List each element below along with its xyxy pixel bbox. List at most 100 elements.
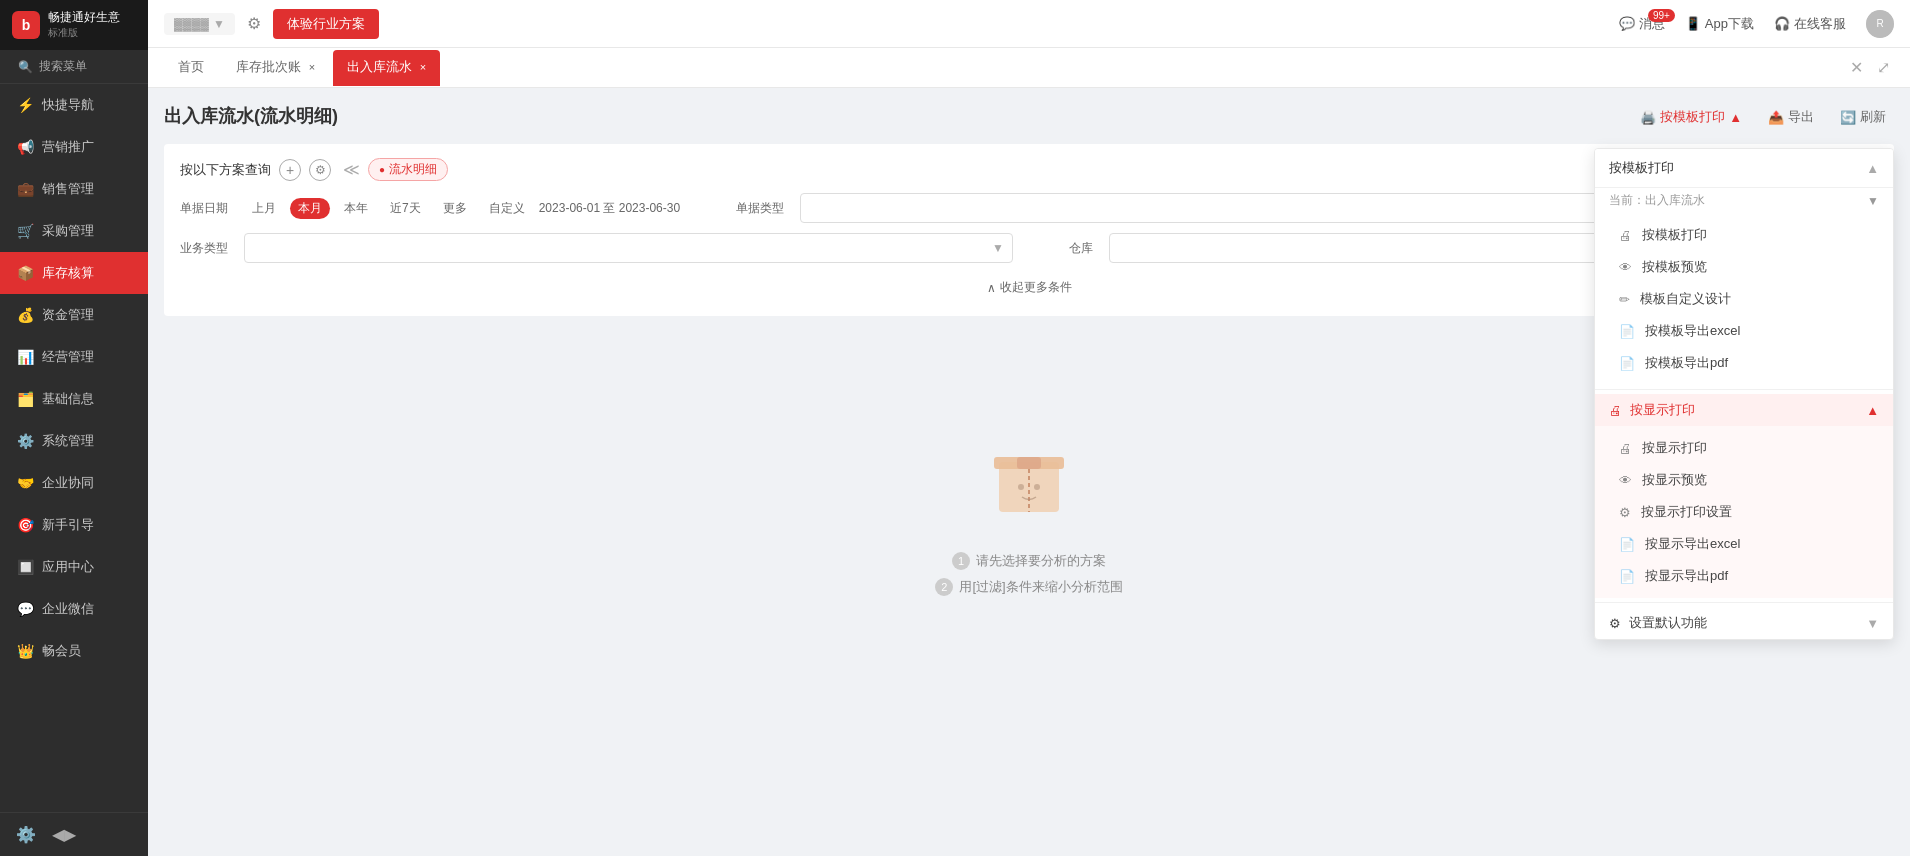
display-preview-label: 按显示预览 — [1642, 471, 1707, 489]
content-area: 出入库流水(流水明细) 🖨️ 按模板打印 ▲ 📤 导出 🔄 刷新 按以下方案查询… — [148, 88, 1910, 856]
template-print-section: 🖨 按模板打印 👁 按模板预览 ✏ 模板自定义设计 📄 按模板导出excel 📄 — [1595, 213, 1893, 385]
tab-home-label: 首页 — [178, 59, 204, 74]
sidebar-item-sales[interactable]: 💼 销售管理 — [0, 168, 148, 210]
sidebar-item-label: 经营管理 — [42, 348, 94, 366]
date-btn-more[interactable]: 更多 — [435, 198, 475, 219]
display-excel-item[interactable]: 📄 按显示导出excel — [1595, 528, 1893, 560]
sidebar-item-inventory[interactable]: 📦 库存核算 — [0, 252, 148, 294]
tab-home[interactable]: 首页 — [164, 50, 218, 86]
print-dropdown-chevron[interactable]: ▲ — [1866, 161, 1879, 176]
step-num-2: 2 — [935, 578, 953, 596]
display-pdf-item[interactable]: 📄 按显示导出pdf — [1595, 560, 1893, 592]
template-print-item[interactable]: 🖨 按模板打印 — [1595, 219, 1893, 251]
sidebar-item-purchase[interactable]: 🛒 采购管理 — [0, 210, 148, 252]
preview2-icon: 👁 — [1619, 473, 1632, 488]
date-btn-this-year[interactable]: 本年 — [336, 198, 376, 219]
sidebar-item-operation[interactable]: 📊 经营管理 — [0, 336, 148, 378]
display-preview-item[interactable]: 👁 按显示预览 — [1595, 464, 1893, 496]
inventory-icon: 📦 — [16, 264, 34, 282]
print-btn-label: 按模板打印 — [1660, 108, 1725, 126]
finance-icon: 💰 — [16, 306, 34, 324]
date-btn-7days[interactable]: 近7天 — [382, 198, 429, 219]
enterprise-icon: 🤝 — [16, 474, 34, 492]
online-service-btn[interactable]: 🎧 在线客服 — [1774, 15, 1846, 33]
filter-settings-btn[interactable]: ⚙ — [309, 159, 331, 181]
display-settings-item[interactable]: ⚙ 按显示打印设置 — [1595, 496, 1893, 528]
sidebar-logo: b 畅捷通好生意 标准版 — [0, 0, 148, 50]
export-btn[interactable]: 📤 导出 — [1760, 104, 1822, 130]
sidebar-item-label: 采购管理 — [42, 222, 94, 240]
business-type-select[interactable]: ▼ — [244, 233, 1013, 263]
business-type-dropdown-icon: ▼ — [992, 241, 1004, 255]
sidebar-item-finance[interactable]: 💰 资金管理 — [0, 294, 148, 336]
sidebar-item-app-center[interactable]: 🔲 应用中心 — [0, 546, 148, 588]
app-download-label: App下载 — [1705, 15, 1754, 33]
tab-inout-label: 出入库流水 — [347, 59, 412, 74]
filter-tag[interactable]: ● 流水明细 — [368, 158, 448, 181]
filter-add-btn[interactable]: + — [279, 159, 301, 181]
filter-collapse-icon[interactable]: ≪ — [343, 160, 360, 179]
sidebar-item-label: 快捷导航 — [42, 96, 94, 114]
avatar-text: R — [1866, 10, 1894, 38]
preview-icon: 👁 — [1619, 260, 1632, 275]
sidebar-item-marketing[interactable]: 📢 营销推广 — [0, 126, 148, 168]
set-default-btn[interactable]: ⚙ 设置默认功能 ▼ — [1595, 607, 1893, 639]
tab-close-all-icon[interactable]: ✕ — [1846, 54, 1867, 81]
template-excel-label: 按模板导出excel — [1645, 322, 1740, 340]
tab-expand-icon[interactable]: ⤢ — [1873, 54, 1894, 81]
tab-batch-close[interactable]: × — [309, 61, 315, 73]
display-print-icon: 🖨 — [1609, 403, 1622, 418]
empty-step-2: 2 用[过滤]条件来缩小分析范围 — [935, 578, 1122, 596]
refresh-icon: 🔄 — [1840, 110, 1856, 125]
app-download-icon: 📱 — [1685, 16, 1701, 31]
display-print-item[interactable]: 🖨 按显示打印 — [1595, 432, 1893, 464]
template-custom-label: 模板自定义设计 — [1640, 290, 1731, 308]
sidebar: b 畅捷通好生意 标准版 🔍 搜索菜单 ⚡ 快捷导航 📢 营销推广 💼 销售管理… — [0, 0, 148, 856]
shortcuts-icon: ⚡ — [16, 96, 34, 114]
set-default-arrow: ▼ — [1866, 616, 1879, 631]
refresh-btn[interactable]: 🔄 刷新 — [1832, 104, 1894, 130]
empty-step-2-label: 用[过滤]条件来缩小分析范围 — [959, 578, 1122, 596]
template-excel-item[interactable]: 📄 按模板导出excel — [1595, 315, 1893, 347]
topbar: ▓▓▓▓ ▼ ⚙ 体验行业方案 💬 消息 99+ 📱 App下载 🎧 在线客服 … — [148, 0, 1910, 48]
app-download-btn[interactable]: 📱 App下载 — [1685, 15, 1754, 33]
system-icon: ⚙️ — [16, 432, 34, 450]
collapse-sidebar-icon[interactable]: ◀▶ — [52, 825, 76, 844]
topbar-gear-icon[interactable]: ⚙ — [247, 14, 261, 33]
sidebar-item-guide[interactable]: 🎯 新手引导 — [0, 504, 148, 546]
sidebar-item-basic[interactable]: 🗂️ 基础信息 — [0, 378, 148, 420]
template-pdf-item[interactable]: 📄 按模板导出pdf — [1595, 347, 1893, 379]
settings-dropdown-btn[interactable]: ▼ — [1867, 192, 1879, 209]
bill-type-label: 单据类型 — [736, 200, 784, 217]
display-print-section-title[interactable]: 🖨 按显示打印 ▲ — [1595, 394, 1893, 426]
default-icon: ⚙ — [1609, 616, 1621, 631]
sidebar-item-system[interactable]: ⚙️ 系统管理 — [0, 420, 148, 462]
main-area: ▓▓▓▓ ▼ ⚙ 体验行业方案 💬 消息 99+ 📱 App下载 🎧 在线客服 … — [148, 0, 1910, 856]
tab-inout-close[interactable]: × — [420, 61, 426, 73]
sidebar-item-shortcuts[interactable]: ⚡ 快捷导航 — [0, 84, 148, 126]
date-btn-last-month[interactable]: 上月 — [244, 198, 284, 219]
template-preview-item[interactable]: 👁 按模板预览 — [1595, 251, 1893, 283]
sidebar-item-enterprise[interactable]: 🤝 企业协同 — [0, 462, 148, 504]
date-label: 单据日期 — [180, 200, 228, 217]
user-display[interactable]: ▓▓▓▓ ▼ — [164, 13, 235, 35]
sidebar-item-wechat[interactable]: 💬 企业微信 — [0, 588, 148, 630]
collapse-label: 收起更多条件 — [1000, 279, 1072, 296]
tab-inout[interactable]: 出入库流水 × — [333, 50, 440, 86]
trial-btn[interactable]: 体验行业方案 — [273, 9, 379, 39]
message-icon: 💬 — [1619, 16, 1635, 31]
sidebar-search[interactable]: 🔍 搜索菜单 — [0, 50, 148, 84]
sidebar-item-vip[interactable]: 👑 畅会员 — [0, 630, 148, 672]
tab-batch[interactable]: 库存批次账 × — [222, 50, 329, 86]
message-btn[interactable]: 💬 消息 99+ — [1619, 15, 1665, 33]
sidebar-bottom: ⚙️ ◀▶ — [0, 812, 148, 856]
settings-icon[interactable]: ⚙️ — [16, 825, 36, 844]
printer-icon: 🖨 — [1619, 228, 1632, 243]
date-btn-custom[interactable]: 自定义 — [481, 198, 533, 219]
template-custom-item[interactable]: ✏ 模板自定义设计 — [1595, 283, 1893, 315]
print-btn[interactable]: 🖨️ 按模板打印 ▲ — [1632, 104, 1750, 130]
user-avatar[interactable]: R — [1866, 10, 1894, 38]
template-pdf-label: 按模板导出pdf — [1645, 354, 1728, 372]
sidebar-item-label: 企业微信 — [42, 600, 94, 618]
date-btn-this-month[interactable]: 本月 — [290, 198, 330, 219]
